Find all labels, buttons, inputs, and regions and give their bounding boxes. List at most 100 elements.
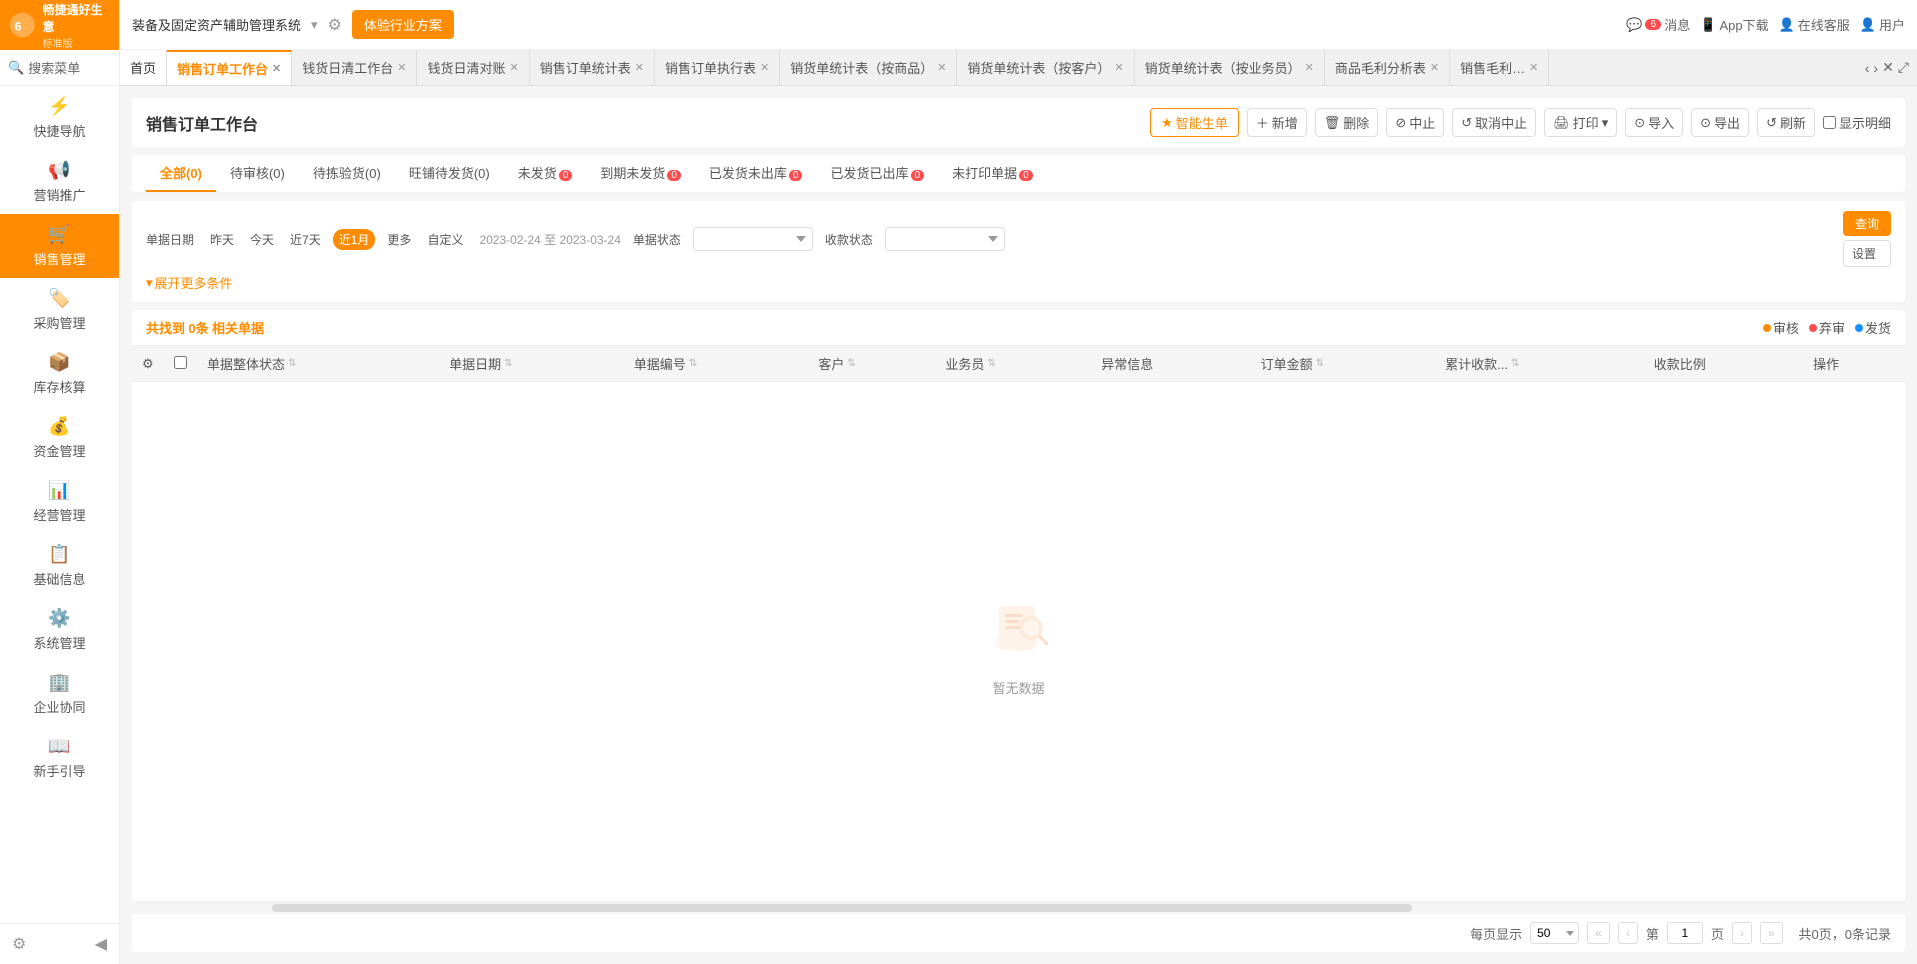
tab-close-sales-margin[interactable]: ✕ (1529, 61, 1538, 74)
table-count: 共找到 0条 相关单据 (146, 318, 264, 337)
add-btn[interactable]: ＋ 新增 (1247, 108, 1307, 137)
tab-goods-stats[interactable]: 销货单统计表（按商品） ✕ (780, 50, 957, 86)
tab-close-goods-stats[interactable]: ✕ (937, 61, 946, 74)
scrollbar-thumb[interactable] (272, 904, 1412, 912)
sidebar-item-inventory[interactable]: 📦 库存核算 (0, 342, 119, 406)
page-last-btn[interactable]: » (1760, 922, 1783, 944)
tab-close-sales-exec[interactable]: ✕ (760, 61, 769, 74)
page-size-select[interactable]: 10 20 50 100 (1530, 922, 1579, 944)
tab-close-daily-clear[interactable]: ✕ (397, 61, 406, 74)
tab-close-sales-stats[interactable]: ✕ (635, 61, 644, 74)
stop-btn[interactable]: ⊘ 中止 (1386, 108, 1444, 137)
sub-tab-pending-review[interactable]: 待审核(0) (216, 155, 299, 192)
sub-tab-pending-inspect[interactable]: 待拣验货(0) (299, 155, 395, 192)
sidebar-item-enterprise[interactable]: 🏢 企业协同 (0, 662, 119, 726)
tab-nav-prev[interactable]: ‹ (1865, 60, 1870, 76)
message-btn[interactable]: 💬 6 消息 (1626, 15, 1690, 34)
import-btn[interactable]: ⊙ 导入 (1625, 108, 1683, 137)
query-btn[interactable]: 查询 (1843, 211, 1891, 236)
op-review-btn[interactable]: 审核 (1763, 318, 1799, 337)
table-area: 共找到 0条 相关单据 审核 弃审 发货 (132, 310, 1905, 952)
tab-close-salesman-stats[interactable]: ✕ (1305, 61, 1314, 74)
page-next-btn[interactable]: › (1732, 922, 1752, 944)
filter-date-more[interactable]: 更多 (383, 229, 415, 250)
horizontal-scrollbar[interactable] (132, 901, 1905, 913)
sub-tab-shipped-not-out[interactable]: 已发货未出库0 (695, 155, 817, 192)
th-number[interactable]: 单据编号 ⇅ (624, 346, 809, 382)
filter-date-today[interactable]: 今天 (246, 229, 278, 250)
filter-date-custom[interactable]: 自定义 (423, 229, 467, 250)
sub-tab-not-printed[interactable]: 未打印单据0 (938, 155, 1047, 192)
tab-home[interactable]: 首页 (120, 50, 167, 86)
sub-tab-shipped-out[interactable]: 已发货已出库0 (816, 155, 938, 192)
delete-btn[interactable]: 🗑 删除 (1315, 108, 1379, 137)
tab-nav-next[interactable]: › (1873, 60, 1878, 76)
search-menu-btn[interactable]: 🔍 搜索菜单 (0, 50, 119, 86)
sub-tab-all[interactable]: 全部(0) (146, 155, 216, 192)
sidebar-item-system[interactable]: ⚙️ 系统管理 (0, 598, 119, 662)
tab-close-all[interactable]: ✕ (1882, 59, 1894, 76)
tab-close-sales-workbench[interactable]: ✕ (272, 62, 281, 75)
tab-sales-exec[interactable]: 销售订单执行表 ✕ (655, 50, 780, 86)
sidebar-item-basicinfo[interactable]: 📋 基础信息 (0, 534, 119, 598)
tab-close-margin-analysis[interactable]: ✕ (1430, 61, 1439, 74)
tab-margin-analysis[interactable]: 商品毛利分析表 ✕ (1325, 50, 1450, 86)
dropdown-arrow-icon[interactable]: ▾ (311, 17, 318, 33)
op-unreviewed-btn[interactable]: 弃审 (1809, 318, 1845, 337)
collapse-icon[interactable]: ◀ (95, 934, 107, 954)
tab-sales-margin[interactable]: 销售毛利… ✕ (1450, 50, 1549, 86)
sidebar-item-sales[interactable]: 🛒 销售管理 (0, 214, 119, 278)
th-status[interactable]: 单据整体状态 ⇅ (197, 346, 439, 382)
sub-tab-wangpu-ship[interactable]: 旺铺待发货(0) (395, 155, 504, 192)
user-btn[interactable]: 👤 用户 (1860, 15, 1905, 34)
th-date[interactable]: 单据日期 ⇅ (439, 346, 624, 382)
page-first-btn[interactable]: « (1587, 922, 1610, 944)
page-prev-btn[interactable]: ‹ (1618, 922, 1638, 944)
detail-checkbox[interactable] (1823, 116, 1836, 129)
refresh-btn[interactable]: ↺ 刷新 (1757, 108, 1815, 137)
page-input[interactable] (1667, 922, 1703, 944)
cancel-stop-btn[interactable]: ↺ 取消中止 (1452, 108, 1536, 137)
tab-daily-clear[interactable]: 钱货日清工作台 ✕ (292, 50, 417, 86)
tab-customer-stats[interactable]: 销货单统计表（按客户） ✕ (957, 50, 1134, 86)
expand-more-btn[interactable]: ▾ 展开更多条件 (146, 273, 1891, 292)
tab-close-reconcile[interactable]: ✕ (510, 61, 519, 74)
sidebar-item-purchase[interactable]: 🏷️ 采购管理 (0, 278, 119, 342)
sidebar-item-guide[interactable]: 📖 新手引导 (0, 726, 119, 790)
select-all-checkbox[interactable] (174, 356, 187, 369)
sidebar-item-finance[interactable]: 💰 资金管理 (0, 406, 119, 470)
sub-tab-overdue-ship[interactable]: 到期未发货0 (586, 155, 695, 192)
th-customer[interactable]: 客户 ⇅ (808, 346, 935, 382)
tab-reconcile[interactable]: 钱货日清对账 ✕ (417, 50, 529, 86)
tab-salesman-stats[interactable]: 销货单统计表（按业务员） ✕ (1135, 50, 1325, 86)
sidebar-item-quicknav[interactable]: ⚡ 快捷导航 (0, 86, 119, 150)
print-btn[interactable]: 🖨 打印 ▾ (1544, 108, 1617, 137)
export-btn[interactable]: ⊙ 导出 (1691, 108, 1749, 137)
filter-date-7days[interactable]: 近7天 (286, 229, 325, 250)
sidebar-item-marketing[interactable]: 📢 营销推广 (0, 150, 119, 214)
online-service-btn[interactable]: 👤 在线客服 (1779, 15, 1850, 34)
filter-status-select[interactable] (693, 227, 813, 251)
th-collected[interactable]: 累计收款... ⇅ (1435, 346, 1644, 382)
smart-btn[interactable]: ★ 智能生单 (1150, 108, 1239, 137)
filter-date-yesterday[interactable]: 昨天 (206, 229, 238, 250)
th-salesman[interactable]: 业务员 ⇅ (935, 346, 1091, 382)
filter-date-1month[interactable]: 近1月 (333, 229, 376, 250)
tab-sales-stats[interactable]: 销售订单统计表 ✕ (530, 50, 655, 86)
app-download-btn[interactable]: 📱 App下载 (1700, 15, 1768, 34)
sidebar-item-guide-label: 新手引导 (33, 761, 85, 780)
filter-payment-select[interactable] (885, 227, 1005, 251)
tab-sales-workbench[interactable]: 销售订单工作台 ✕ (167, 50, 292, 86)
trial-btn[interactable]: 体验行业方案 (352, 10, 454, 39)
op-ship-btn[interactable]: 发货 (1855, 318, 1891, 337)
settings-gear-icon[interactable]: ⚙ (328, 15, 342, 35)
settings-btn[interactable]: 设置 (1843, 240, 1891, 267)
tab-maximize[interactable]: ⤢ (1898, 59, 1909, 76)
tab-close-customer-stats[interactable]: ✕ (1114, 61, 1123, 74)
sub-tab-not-shipped[interactable]: 未发货0 (504, 155, 587, 192)
th-amount[interactable]: 订单金额 ⇅ (1251, 346, 1436, 382)
sidebar-item-operations[interactable]: 📊 经营管理 (0, 470, 119, 534)
column-settings-icon[interactable]: ⚙ (142, 356, 154, 371)
th-salesman-sort-icon: ⇅ (987, 358, 995, 369)
settings-icon[interactable]: ⚙ (12, 934, 26, 954)
